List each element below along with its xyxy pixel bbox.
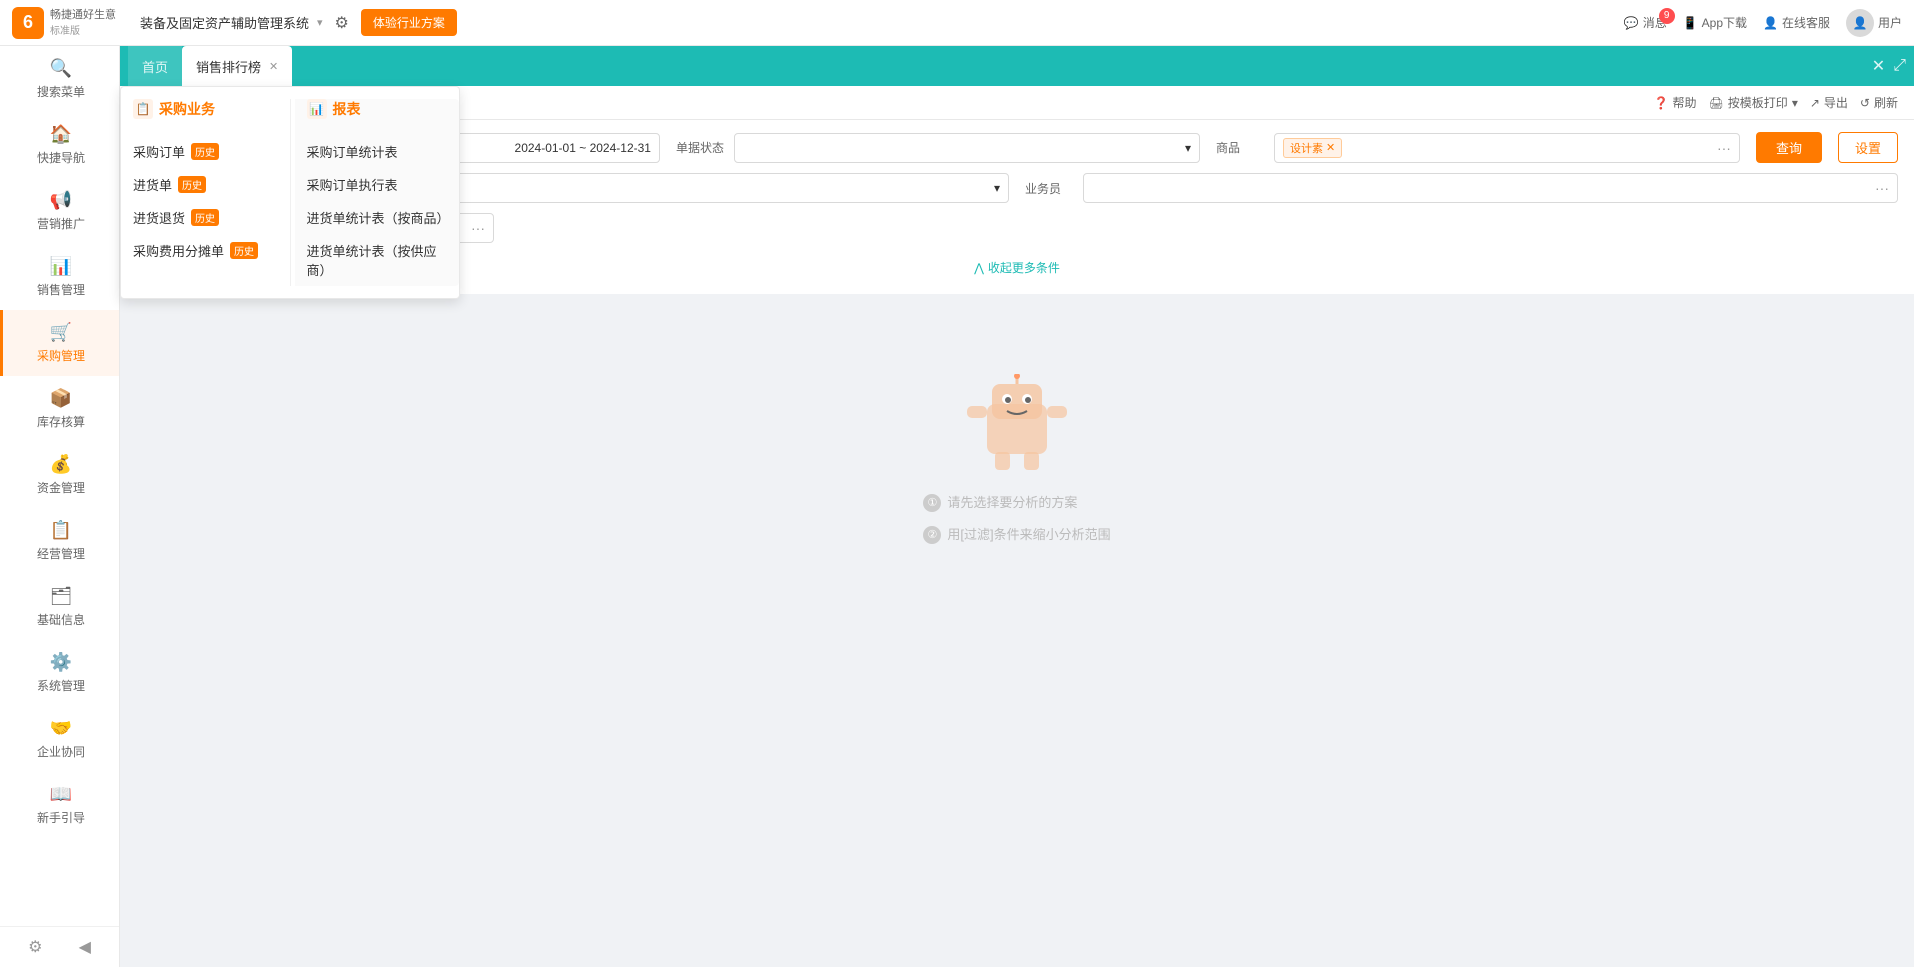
purchase-order-item[interactable]: 采购订单 历史: [133, 135, 274, 168]
inbound-stat-by-goods-item[interactable]: 进货单统计表（按商品）: [307, 201, 448, 234]
purchase-business-column: 📋 采购业务 采购订单 历史 进货单 历史 进货退货 历史 采购费用分摊单: [121, 99, 286, 286]
dropdown-overlay[interactable]: 📋 采购业务 采购订单 历史 进货单 历史 进货退货 历史 采购费用分摊单: [0, 0, 1914, 967]
report-column-title: 📊 报表: [307, 99, 448, 125]
purchase-order-stat-label: 采购订单统计表: [307, 142, 398, 161]
purchase-order-exec-item[interactable]: 采购订单执行表: [307, 168, 448, 201]
purchase-col-icon: 📋: [133, 99, 153, 119]
purchase-cost-item[interactable]: 采购费用分摊单 历史: [133, 234, 274, 267]
purchase-order-history-badge: 历史: [191, 143, 219, 160]
purchase-order-label: 采购订单: [133, 142, 185, 161]
purchase-cost-history-badge: 历史: [230, 242, 258, 259]
purchase-dropdown-menu: 📋 采购业务 采购订单 历史 进货单 历史 进货退货 历史 采购费用分摊单: [120, 86, 460, 299]
inbound-stat-by-supplier-label: 进货单统计表（按供应商）: [307, 241, 448, 279]
purchase-order-exec-label: 采购订单执行表: [307, 175, 398, 194]
purchase-order-stat-item[interactable]: 采购订单统计表: [307, 135, 448, 168]
inbound-stat-by-supplier-item[interactable]: 进货单统计表（按供应商）: [307, 234, 448, 286]
inbound-return-item[interactable]: 进货退货 历史: [133, 201, 274, 234]
inbound-history-badge: 历史: [178, 176, 206, 193]
dropdown-columns: 📋 采购业务 采购订单 历史 进货单 历史 进货退货 历史 采购费用分摊单: [121, 99, 459, 286]
inbound-stat-by-goods-label: 进货单统计表（按商品）: [307, 208, 448, 227]
inbound-return-label: 进货退货: [133, 208, 185, 227]
inbound-return-history-badge: 历史: [191, 209, 219, 226]
inbound-label: 进货单: [133, 175, 172, 194]
report-column: 📊 报表 采购订单统计表 采购订单执行表 进货单统计表（按商品） 进货单统计表（…: [295, 99, 460, 286]
purchase-cost-label: 采购费用分摊单: [133, 241, 224, 260]
column-divider: [290, 99, 291, 286]
report-col-icon: 📊: [307, 99, 327, 119]
purchase-column-title: 📋 采购业务: [133, 99, 274, 125]
inbound-item[interactable]: 进货单 历史: [133, 168, 274, 201]
